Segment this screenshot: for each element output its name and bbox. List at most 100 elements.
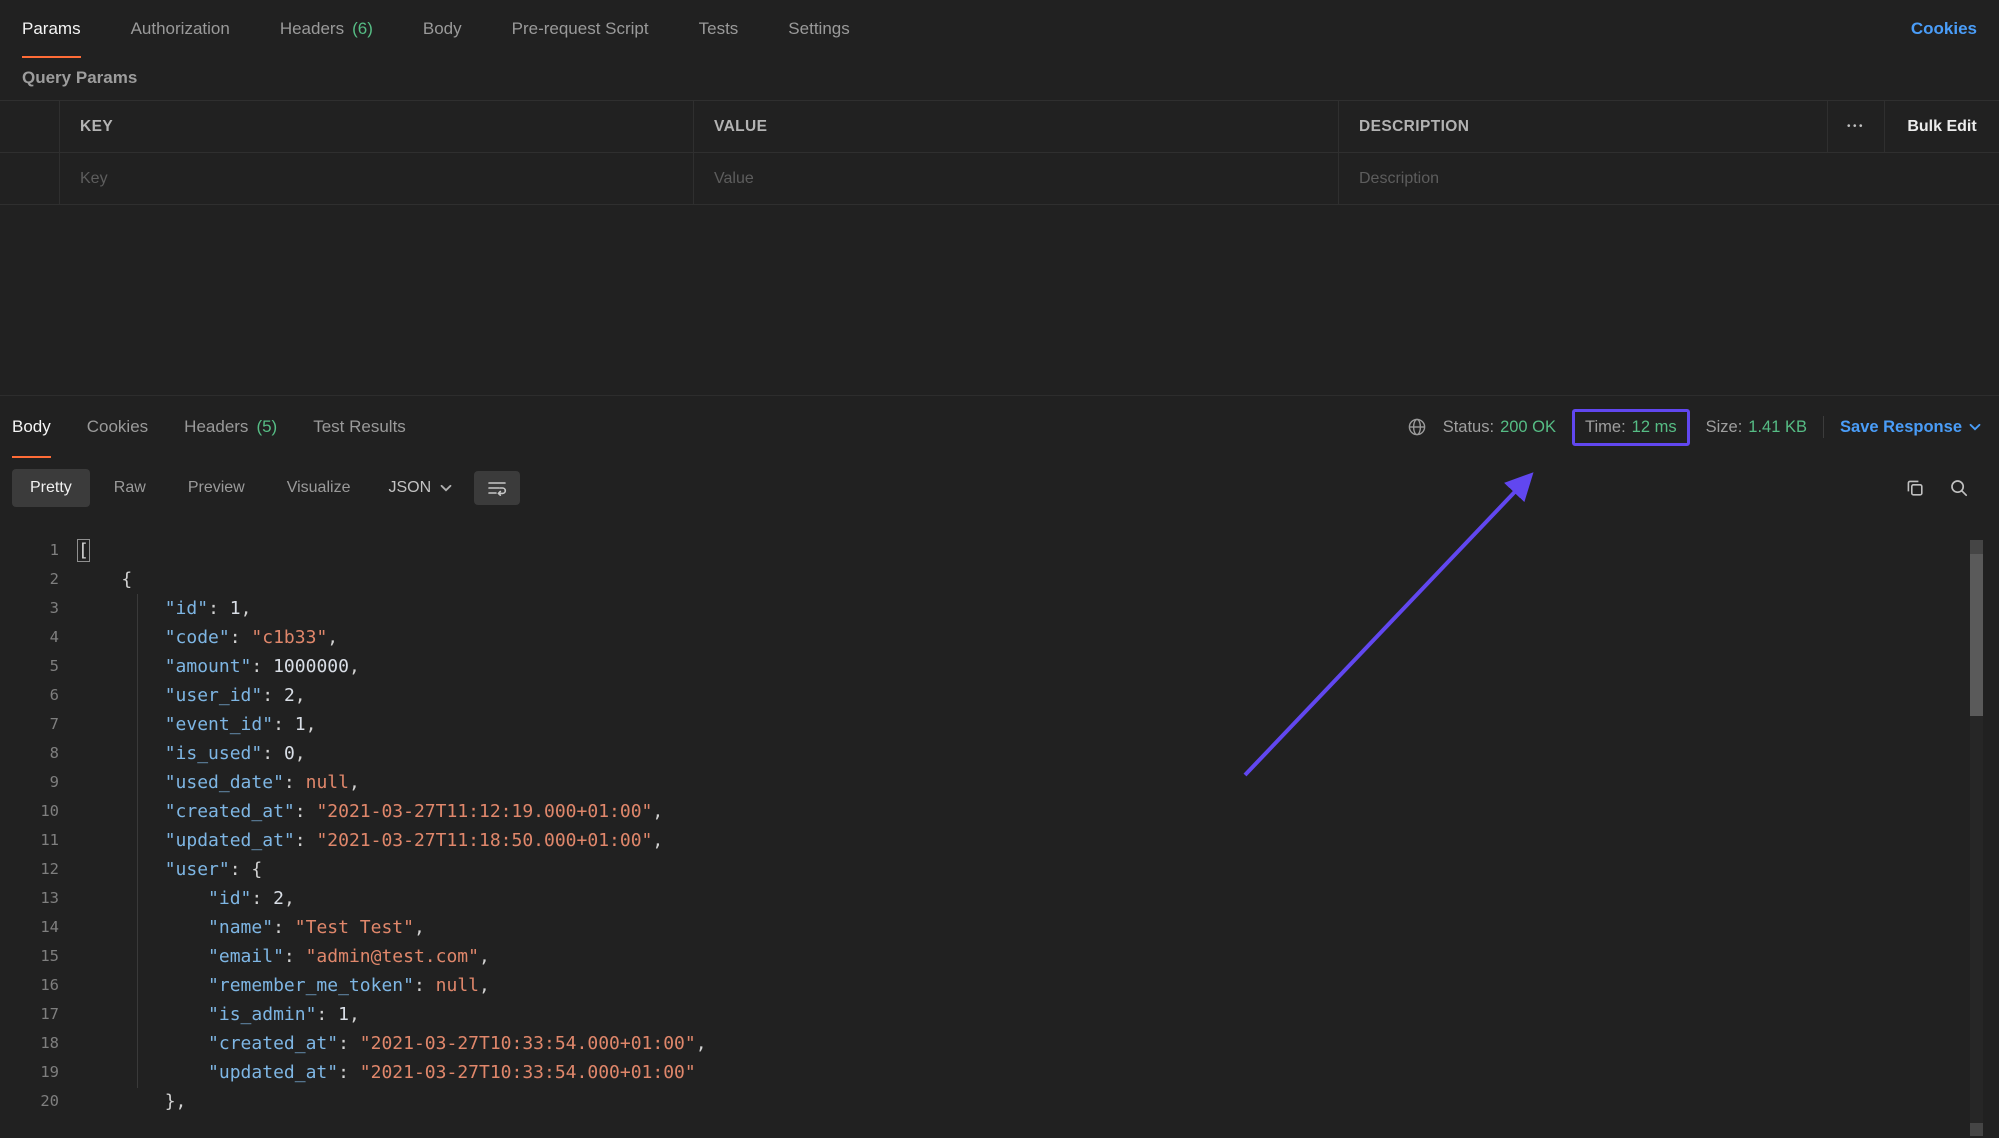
network-globe-icon[interactable] [1407, 417, 1427, 437]
divider [1823, 416, 1824, 438]
code-line: 4 "code": "c1b33", [0, 623, 1999, 652]
response-body-editor[interactable]: 1[2 {3 "id": 1,4 "code": "c1b33",5 "amou… [0, 518, 1999, 1138]
line-number: 2 [0, 565, 78, 594]
status-label: Status: [1443, 418, 1494, 437]
table-controls: ••• Bulk Edit [1828, 101, 1999, 152]
request-tab-settings[interactable]: Settings [788, 0, 849, 58]
code-line: 7 "event_id": 1, [0, 710, 1999, 739]
cookies-link[interactable]: Cookies [1911, 19, 1977, 39]
bulk-edit-button[interactable]: Bulk Edit [1885, 101, 1999, 152]
response-tab-test-results[interactable]: Test Results [313, 396, 406, 458]
scrollbar-thumb[interactable] [1970, 554, 1983, 716]
response-tab-cookies[interactable]: Cookies [87, 396, 148, 458]
column-header-key: KEY [60, 101, 694, 152]
code-line: 3 "id": 1, [0, 594, 1999, 623]
response-scrollbar[interactable] [1970, 540, 1983, 1130]
code-line: 5 "amount": 1000000, [0, 652, 1999, 681]
code-line: 8 "is_used": 0, [0, 739, 1999, 768]
code-text: "email": "admin@test.com", [78, 942, 490, 971]
time-value: 12 ms [1632, 418, 1677, 437]
request-tabbar: Params Authorization Headers(6) Body Pre-req… [0, 0, 1999, 58]
code-text: "is_used": 0, [78, 739, 306, 768]
view-tab-preview[interactable]: Preview [170, 469, 263, 507]
code-text: "created_at": "2021-03-27T11:12:19.000+0… [78, 797, 663, 826]
line-number: 6 [0, 681, 78, 710]
request-tab-authorization[interactable]: Authorization [131, 0, 230, 58]
tab-label: Pre-request Script [512, 19, 649, 39]
view-tab-raw[interactable]: Raw [96, 469, 164, 507]
tab-label: Body [423, 19, 462, 39]
code-text: { [78, 565, 132, 594]
size-label: Size: [1706, 418, 1743, 437]
code-text: "created_at": "2021-03-27T10:33:54.000+0… [78, 1029, 707, 1058]
scrollbar-corner [1970, 1123, 1983, 1136]
response-header: Body Cookies Headers(5) Test Results Status… [0, 396, 1999, 458]
request-tabs-group: Params Authorization Headers(6) Body Pre-req… [22, 0, 850, 58]
tab-label: Test Results [313, 417, 406, 437]
line-number: 20 [0, 1087, 78, 1116]
request-tab-body[interactable]: Body [423, 0, 462, 58]
line-number: 13 [0, 884, 78, 913]
code-text: "used_date": null, [78, 768, 360, 797]
tab-label: Settings [788, 19, 849, 39]
line-number: 11 [0, 826, 78, 855]
status-indicator[interactable]: Status: 200 OK [1443, 418, 1556, 437]
line-number: 5 [0, 652, 78, 681]
response-tabs-group: Body Cookies Headers(5) Test Results [12, 396, 406, 458]
code-line: 10 "created_at": "2021-03-27T11:12:19.00… [0, 797, 1999, 826]
more-options-icon[interactable]: ••• [1828, 101, 1884, 152]
line-number: 17 [0, 1000, 78, 1029]
view-tab-pretty[interactable]: Pretty [12, 469, 90, 507]
line-number: 16 [0, 971, 78, 1000]
query-params-table: KEY VALUE DESCRIPTION ••• Bulk Edit [0, 100, 1999, 205]
code-text: "code": "c1b33", [78, 623, 338, 652]
response-tab-body[interactable]: Body [12, 396, 51, 458]
code-text: "user_id": 2, [78, 681, 306, 710]
code-text: "updated_at": "2021-03-27T11:18:50.000+0… [78, 826, 663, 855]
wrap-lines-button[interactable] [474, 471, 520, 505]
code-line: 2 { [0, 565, 1999, 594]
toolbar-right-icons [1905, 478, 1987, 498]
format-label: JSON [388, 479, 431, 497]
request-tab-headers[interactable]: Headers(6) [280, 0, 373, 58]
format-select[interactable]: JSON [388, 479, 452, 497]
line-number: 12 [0, 855, 78, 884]
time-label: Time: [1585, 418, 1626, 437]
response-panel: Body Cookies Headers(5) Test Results Status… [0, 395, 1999, 1138]
time-indicator-highlighted[interactable]: Time: 12 ms [1572, 409, 1690, 446]
size-indicator[interactable]: Size: 1.41 KB [1706, 418, 1807, 437]
view-tab-visualize[interactable]: Visualize [269, 469, 369, 507]
value-input[interactable] [714, 153, 1338, 204]
request-tab-tests[interactable]: Tests [699, 0, 739, 58]
line-number: 9 [0, 768, 78, 797]
table-row [0, 153, 1999, 205]
chevron-down-icon [1969, 423, 1981, 431]
code-line: 1[ [0, 536, 1999, 565]
line-number: 18 [0, 1029, 78, 1058]
request-panel: Params Authorization Headers(6) Body Pre-req… [0, 0, 1999, 395]
row-select-column [0, 101, 60, 152]
wrap-line-icon [487, 480, 507, 496]
code-line: 11 "updated_at": "2021-03-27T11:18:50.00… [0, 826, 1999, 855]
code-line: 19 "updated_at": "2021-03-27T10:33:54.00… [0, 1058, 1999, 1087]
code-line: 9 "used_date": null, [0, 768, 1999, 797]
description-input[interactable] [1359, 153, 1999, 204]
response-meta: Status: 200 OK Time: 12 ms Size: 1.41 KB… [1407, 409, 1987, 446]
request-tab-params[interactable]: Params [22, 0, 81, 58]
request-tab-pre-request-script[interactable]: Pre-request Script [512, 0, 649, 58]
copy-icon[interactable] [1905, 478, 1925, 498]
line-number: 3 [0, 594, 78, 623]
save-response-button[interactable]: Save Response [1840, 418, 1981, 437]
search-icon[interactable] [1949, 478, 1969, 498]
table-header-row: KEY VALUE DESCRIPTION ••• Bulk Edit [0, 101, 1999, 153]
tab-count-badge: (6) [352, 19, 373, 39]
query-params-title: Query Params [22, 68, 1999, 88]
line-number: 7 [0, 710, 78, 739]
line-number: 14 [0, 913, 78, 942]
code-text: "amount": 1000000, [78, 652, 360, 681]
code-text: "id": 1, [78, 594, 251, 623]
tab-label: Authorization [131, 19, 230, 39]
response-tab-headers[interactable]: Headers(5) [184, 396, 277, 458]
key-input[interactable] [80, 153, 693, 204]
tab-label: Tests [699, 19, 739, 39]
